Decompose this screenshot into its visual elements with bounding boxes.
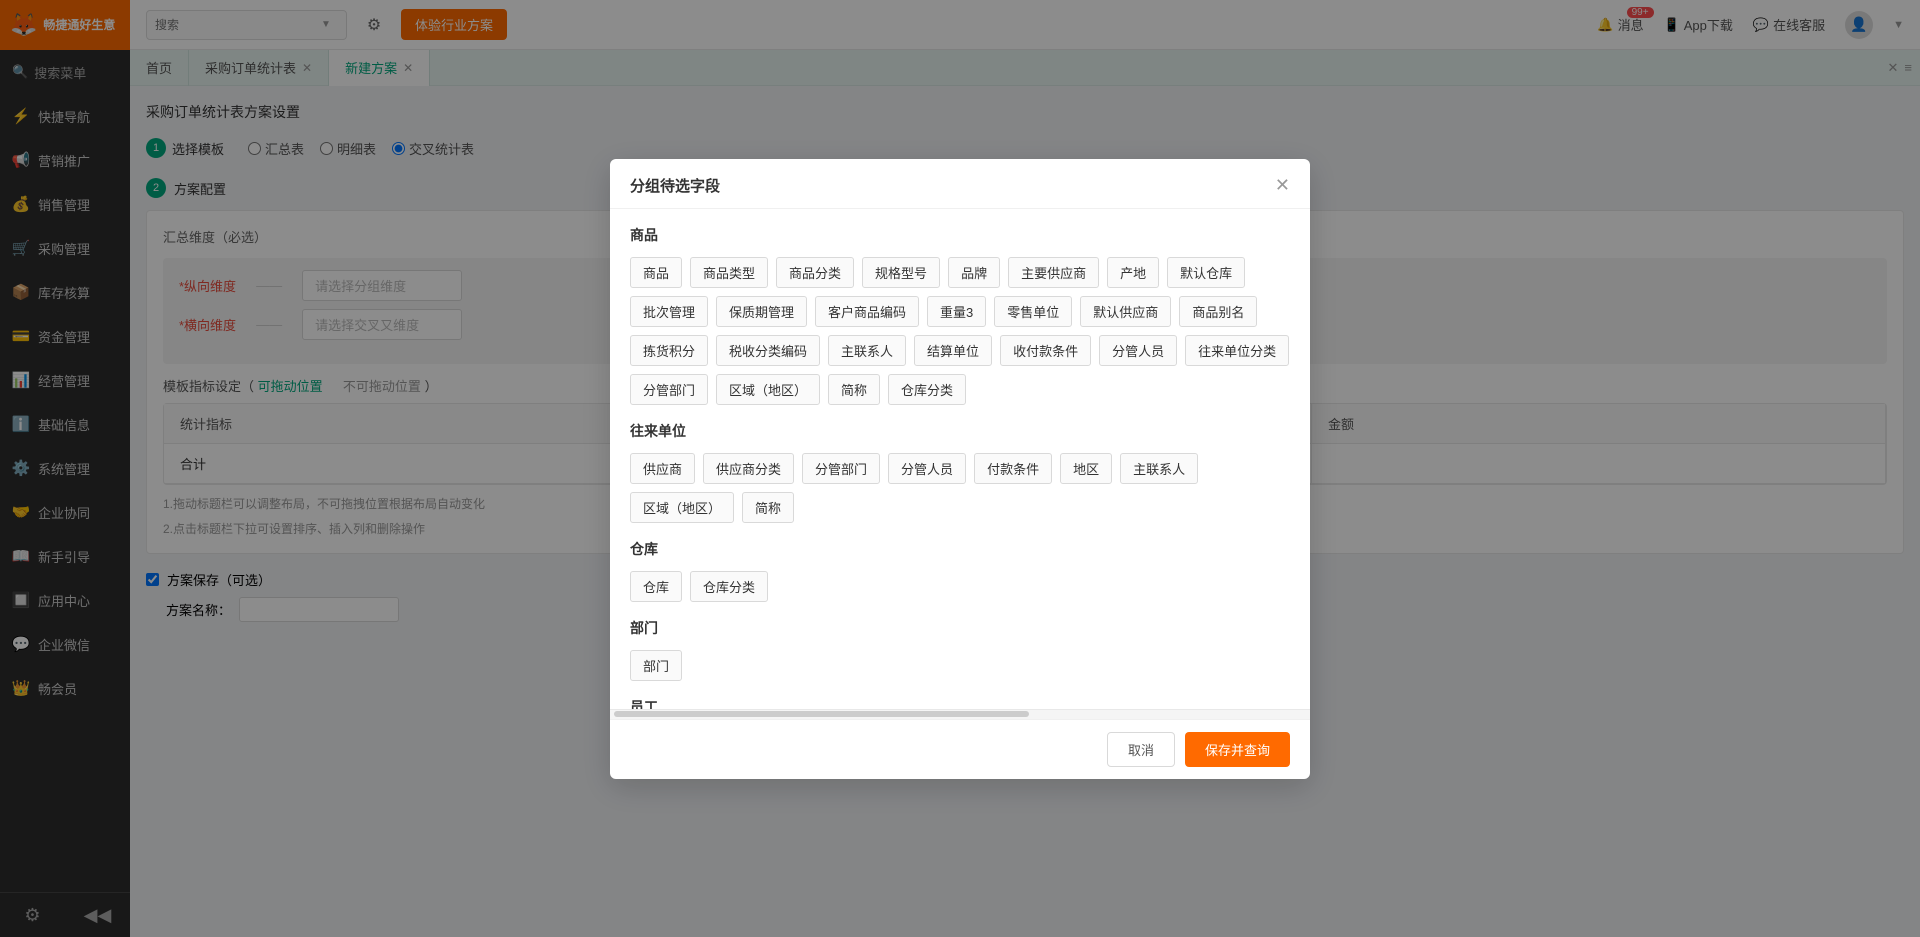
dialog-footer: 取消 保存并查询	[610, 719, 1310, 779]
field-chip[interactable]: 商品	[630, 257, 682, 288]
field-chip[interactable]: 主联系人	[828, 335, 906, 366]
field-chip[interactable]: 重量3	[927, 296, 986, 327]
field-chip[interactable]: 仓库分类	[888, 374, 966, 405]
field-chip[interactable]: 结算单位	[914, 335, 992, 366]
field-chip[interactable]: 仓库	[630, 571, 682, 602]
field-chip[interactable]: 往来单位分类	[1185, 335, 1289, 366]
field-chip[interactable]: 批次管理	[630, 296, 708, 327]
group-title-employee: 员工	[630, 697, 1290, 710]
field-chips-partner: 供应商供应商分类分管部门分管人员付款条件地区主联系人区域（地区） 简称	[630, 453, 1290, 523]
field-chips-warehouse: 仓库仓库分类	[630, 571, 1290, 602]
field-chip[interactable]: 区域（地区）	[630, 492, 734, 523]
dialog-overlay: 分组待选字段 ✕ 商品商品商品类型商品分类规格型号品牌主要供应商产地默认仓库批次…	[0, 0, 1920, 937]
field-chip[interactable]: 零售单位	[994, 296, 1072, 327]
field-chip[interactable]: 规格型号	[862, 257, 940, 288]
field-chips-department: 部门	[630, 650, 1290, 681]
field-chip[interactable]: 商品类型	[690, 257, 768, 288]
field-chip[interactable]: 简称	[742, 492, 794, 523]
field-chip[interactable]: 供应商分类	[703, 453, 794, 484]
field-chip[interactable]: 税收分类编码	[716, 335, 820, 366]
field-chip[interactable]: 分管部门	[630, 374, 708, 405]
field-chip[interactable]: 仓库分类	[690, 571, 768, 602]
field-chip[interactable]: 简称	[828, 374, 880, 405]
field-chip[interactable]: 供应商	[630, 453, 695, 484]
dialog-close-icon[interactable]: ✕	[1275, 175, 1290, 196]
field-chip[interactable]: 品牌	[948, 257, 1000, 288]
field-chip[interactable]: 商品分类	[776, 257, 854, 288]
group-title-partner: 往来单位	[630, 421, 1290, 441]
field-chip[interactable]: 收付款条件	[1000, 335, 1091, 366]
field-chip[interactable]: 付款条件	[974, 453, 1052, 484]
field-chip[interactable]: 分管人员	[1099, 335, 1177, 366]
field-chip[interactable]: 分管部门	[802, 453, 880, 484]
field-chip[interactable]: 区域（地区）	[716, 374, 820, 405]
field-chip[interactable]: 客户商品编码	[815, 296, 919, 327]
dialog-title: 分组待选字段	[630, 175, 720, 196]
group-title-warehouse: 仓库	[630, 539, 1290, 559]
hscroll-thumb	[614, 711, 1029, 717]
cancel-button[interactable]: 取消	[1107, 732, 1175, 767]
field-chips-product: 商品商品类型商品分类规格型号品牌主要供应商产地默认仓库批次管理保质期管理客户商品…	[630, 257, 1290, 405]
dialog-hscroll[interactable]	[610, 709, 1310, 718]
field-chip[interactable]: 部门	[630, 650, 682, 681]
field-chip[interactable]: 主要供应商	[1008, 257, 1099, 288]
field-chip[interactable]: 分管人员	[888, 453, 966, 484]
group-title-product: 商品	[630, 225, 1290, 245]
field-chip[interactable]: 产地	[1107, 257, 1159, 288]
group-title-department: 部门	[630, 618, 1290, 638]
field-chip[interactable]: 商品别名	[1179, 296, 1257, 327]
field-chip[interactable]: 保质期管理	[716, 296, 807, 327]
dialog-body: 商品商品商品类型商品分类规格型号品牌主要供应商产地默认仓库批次管理保质期管理客户…	[610, 209, 1310, 710]
field-chip[interactable]: 主联系人	[1120, 453, 1198, 484]
field-chip[interactable]: 默认供应商	[1080, 296, 1171, 327]
field-chip[interactable]: 拣货积分	[630, 335, 708, 366]
confirm-button[interactable]: 保存并查询	[1185, 732, 1290, 767]
field-chip[interactable]: 地区	[1060, 453, 1112, 484]
field-chip[interactable]: 默认仓库	[1167, 257, 1245, 288]
dialog-header: 分组待选字段 ✕	[610, 159, 1310, 209]
field-select-dialog: 分组待选字段 ✕ 商品商品商品类型商品分类规格型号品牌主要供应商产地默认仓库批次…	[610, 159, 1310, 779]
